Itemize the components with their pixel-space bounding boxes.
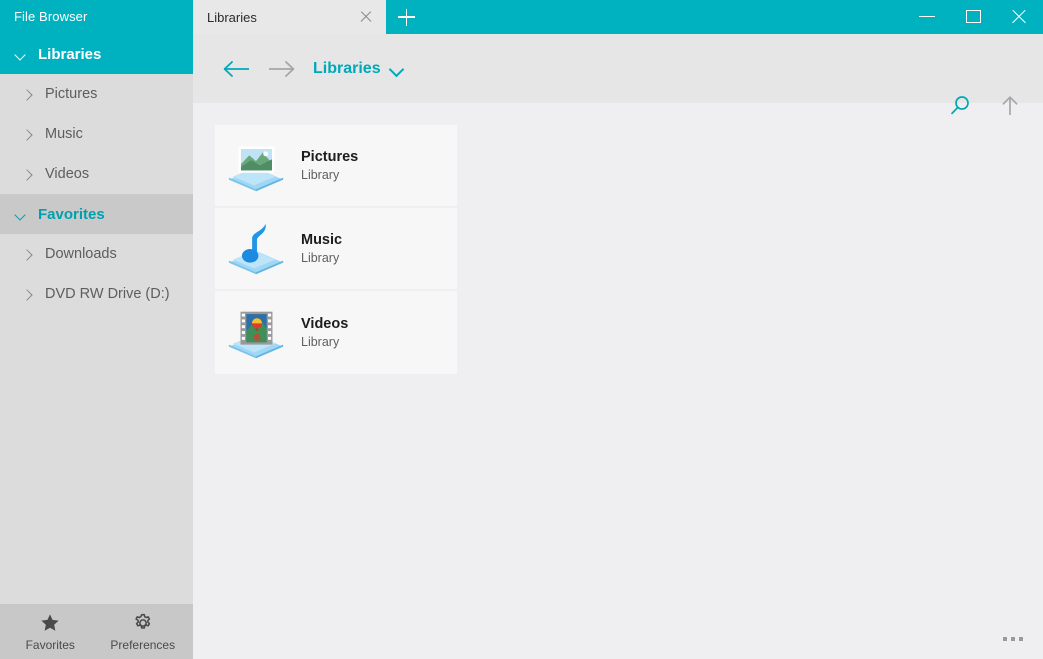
- close-icon[interactable]: [356, 7, 376, 27]
- sidebar-item-music[interactable]: Music: [0, 114, 193, 154]
- chevron-right-icon: [20, 87, 34, 101]
- list-item-text: Music Library: [301, 232, 342, 265]
- dot-icon: [1011, 637, 1015, 641]
- picture-library-icon: [228, 146, 284, 191]
- close-button[interactable]: [996, 0, 1042, 32]
- list-item-text: Videos Library: [301, 316, 348, 349]
- app-title: File Browser: [14, 9, 88, 24]
- sidebar-item-label: DVD RW Drive (D:): [45, 286, 170, 302]
- sidebar-item-label: Pictures: [45, 86, 98, 102]
- favorites-button[interactable]: Favorites: [8, 612, 92, 652]
- arrow-right-icon: [269, 61, 295, 77]
- overflow-menu-button[interactable]: [993, 627, 1033, 651]
- list-item[interactable]: Pictures Library: [215, 125, 457, 208]
- back-button[interactable]: [218, 54, 256, 84]
- list-item[interactable]: Videos Library: [215, 291, 457, 374]
- file-browser-window: File Browser Libraries Libraries Picture…: [0, 0, 1043, 659]
- up-button[interactable]: [991, 89, 1029, 123]
- tab-label: Libraries: [207, 9, 257, 25]
- tab-libraries[interactable]: Libraries: [193, 0, 386, 34]
- sidebar-item-label: Music: [45, 126, 83, 142]
- arrow-up-icon: [1002, 96, 1018, 115]
- dot-icon: [1003, 637, 1007, 641]
- sidebar: Libraries Pictures Music Videos Favorite…: [0, 34, 193, 659]
- sidebar-item-label: Videos: [45, 166, 90, 182]
- sidebar-item-label: Downloads: [45, 246, 117, 262]
- sidebar-bottom-bar: Favorites Preferences: [0, 604, 193, 659]
- toolbar: Libraries: [193, 34, 1043, 103]
- chevron-down-icon: [14, 207, 28, 221]
- sidebar-item-downloads[interactable]: Downloads: [0, 234, 193, 274]
- chevron-right-icon: [20, 127, 34, 141]
- minimize-icon: [919, 16, 935, 18]
- sidebar-item-pictures[interactable]: Pictures: [0, 74, 193, 114]
- list-item-name: Music: [301, 232, 343, 248]
- favorites-label: Favorites: [25, 637, 75, 652]
- star-icon: [41, 613, 59, 631]
- breadcrumb[interactable]: Libraries: [313, 54, 404, 84]
- close-icon: [1011, 9, 1026, 24]
- list-item-subtitle: Library: [301, 335, 340, 349]
- list-item-subtitle: Library: [301, 168, 340, 182]
- tab-strip: Libraries: [193, 0, 426, 34]
- sidebar-item-dvd-rw-drive[interactable]: DVD RW Drive (D:): [0, 274, 193, 314]
- video-library-icon: [228, 311, 284, 358]
- maximize-icon: [966, 10, 981, 23]
- sidebar-group-label: Libraries: [38, 45, 102, 63]
- minimize-button[interactable]: [904, 0, 950, 32]
- arrow-left-icon: [223, 61, 249, 77]
- sidebar-group-favorites[interactable]: Favorites: [0, 194, 193, 234]
- list-item-name: Videos: [301, 316, 349, 332]
- sidebar-item-videos[interactable]: Videos: [0, 154, 193, 194]
- forward-button[interactable]: [262, 54, 300, 84]
- chevron-down-icon: [14, 47, 28, 61]
- list-item-subtitle: Library: [301, 251, 340, 265]
- search-button[interactable]: [941, 89, 979, 123]
- chevron-right-icon: [20, 287, 34, 301]
- sidebar-group-libraries[interactable]: Libraries: [0, 34, 193, 74]
- maximize-button[interactable]: [950, 0, 996, 32]
- chevron-right-icon: [20, 167, 34, 181]
- preferences-label: Preferences: [110, 637, 176, 652]
- file-list: Pictures Library Music Library Videos Li…: [215, 125, 457, 374]
- list-item[interactable]: Music Library: [215, 208, 457, 291]
- list-item-name: Pictures: [301, 149, 359, 165]
- breadcrumb-label: Libraries: [313, 60, 381, 77]
- content-area: Libraries Pictures Library Music Library…: [193, 34, 1043, 659]
- dot-icon: [1019, 637, 1023, 641]
- search-icon: [951, 96, 969, 115]
- preferences-button[interactable]: Preferences: [101, 612, 185, 652]
- chevron-down-icon[interactable]: [390, 62, 404, 76]
- plus-icon[interactable]: [386, 0, 426, 34]
- gear-icon: [135, 613, 150, 629]
- title-bar: File Browser Libraries: [0, 0, 1043, 34]
- chevron-right-icon: [20, 247, 34, 261]
- sidebar-group-label: Favorites: [38, 205, 105, 223]
- music-library-icon: [228, 223, 284, 274]
- list-item-text: Pictures Library: [301, 149, 358, 182]
